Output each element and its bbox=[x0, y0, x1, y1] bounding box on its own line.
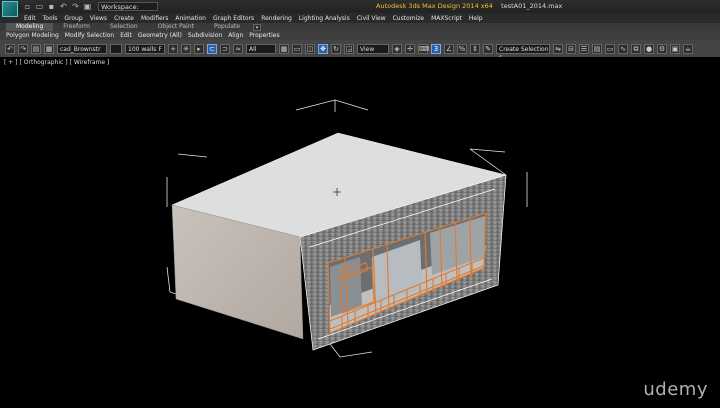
new-file-icon[interactable]: ▫ bbox=[23, 2, 32, 11]
ribbon-panels: Polygon Modeling Modify Selection Edit G… bbox=[0, 31, 720, 40]
menu-group[interactable]: Group bbox=[64, 15, 82, 22]
selection-filter-dropdown[interactable]: All bbox=[246, 43, 276, 54]
layer-explorer-icon[interactable]: ▤ bbox=[592, 43, 602, 54]
open-file-icon[interactable]: ▭ bbox=[35, 2, 44, 11]
layer-dropdown[interactable]: 100 walls F bbox=[125, 43, 165, 54]
snaps-toggle-icon[interactable]: 3 bbox=[431, 43, 441, 54]
angle-snap-icon[interactable]: ∠ bbox=[444, 43, 454, 54]
scene-explorer-icon[interactable]: ☰ bbox=[579, 43, 589, 54]
render-setup-icon[interactable]: ⚙ bbox=[657, 43, 667, 54]
viewport-shading-menu[interactable]: [ Wireframe ] bbox=[70, 59, 110, 66]
project-folder-icon[interactable]: ▣ bbox=[83, 2, 92, 11]
viewport-scene bbox=[166, 99, 528, 358]
undo-icon[interactable]: ↶ bbox=[59, 2, 68, 11]
create-selection-set-dropdown[interactable]: Create Selection S bbox=[496, 43, 550, 62]
tab-selection[interactable]: Selection bbox=[100, 23, 148, 31]
redo-icon[interactable]: ↷ bbox=[18, 43, 28, 54]
menu-maxscript[interactable]: MAXScript bbox=[431, 15, 462, 22]
menu-bar: Edit Tools Group Views Create Modifiers … bbox=[0, 13, 720, 23]
select-move-icon[interactable]: ✥ bbox=[318, 43, 328, 54]
tab-modeling[interactable]: Modeling bbox=[6, 23, 54, 31]
pivot-center-icon[interactable]: ◈ bbox=[392, 43, 402, 54]
panel-edit[interactable]: Edit bbox=[120, 32, 132, 39]
material-editor-icon[interactable]: ● bbox=[644, 43, 654, 54]
ribbon-options-icon[interactable]: ▾ bbox=[253, 23, 262, 31]
select-manipulate-icon[interactable]: ✛ bbox=[405, 43, 415, 54]
main-toolbar: ↶ ↷ ▤ ▦ cad_Brownstr 100 walls F + ✳ ▸ ⊂… bbox=[0, 40, 720, 62]
window-crossing-icon[interactable]: ◫ bbox=[305, 43, 315, 54]
menu-edit[interactable]: Edit bbox=[24, 15, 36, 22]
reference-coordinate-dropdown[interactable]: View bbox=[357, 43, 389, 54]
layer-icon[interactable]: ▤ bbox=[31, 43, 41, 54]
menu-rendering[interactable]: Rendering bbox=[261, 15, 292, 22]
viewport-pov-menu[interactable]: [ Orthographic ] bbox=[20, 59, 68, 66]
layer-value: 100 bbox=[128, 45, 140, 53]
edit-named-selection-icon[interactable]: ✎ bbox=[483, 43, 493, 54]
save-file-icon[interactable]: ▪ bbox=[47, 2, 56, 11]
spinner-snap-icon[interactable]: ⇕ bbox=[470, 43, 480, 54]
tab-object-paint[interactable]: Object Paint bbox=[148, 23, 204, 31]
rectangular-selection-icon[interactable]: ▭ bbox=[292, 43, 302, 54]
file-name: testA01_2014.max bbox=[501, 2, 563, 10]
select-object-icon[interactable]: ▸ bbox=[194, 43, 204, 54]
add-layer-icon[interactable]: + bbox=[168, 43, 178, 54]
ribbon-tabs: Modeling Freeform Selection Object Paint… bbox=[0, 23, 720, 31]
layer-color-swatch[interactable] bbox=[110, 43, 122, 54]
menu-create[interactable]: Create bbox=[114, 15, 134, 22]
render-icon[interactable]: ☕ bbox=[683, 43, 693, 54]
menu-civil-view[interactable]: Civil View bbox=[357, 15, 386, 22]
panel-subdivision[interactable]: Subdivision bbox=[188, 32, 222, 39]
align-icon[interactable]: ⊟ bbox=[566, 43, 576, 54]
app-name: Autodesk 3ds Max Design 2014 x64 bbox=[376, 2, 493, 10]
menu-customize[interactable]: Customize bbox=[393, 15, 425, 22]
menu-tools[interactable]: Tools bbox=[43, 15, 58, 22]
undo-icon[interactable]: ↶ bbox=[5, 43, 15, 54]
rendered-frame-icon[interactable]: ▣ bbox=[670, 43, 680, 54]
window-title: Autodesk 3ds Max Design 2014 x64 testA01… bbox=[376, 2, 562, 10]
layer-manager-icon[interactable]: ▦ bbox=[44, 43, 54, 54]
schematic-view-icon[interactable]: ⧉ bbox=[631, 43, 641, 54]
menu-lighting-analysis[interactable]: Lighting Analysis bbox=[299, 15, 350, 22]
workspace-dropdown[interactable]: Workspace: Default bbox=[98, 2, 158, 20]
redo-icon[interactable]: ↷ bbox=[71, 2, 80, 11]
percent-snap-icon[interactable]: % bbox=[457, 43, 467, 54]
freeze-icon[interactable]: ✳ bbox=[181, 43, 191, 54]
menu-graph-editors[interactable]: Graph Editors bbox=[213, 15, 254, 22]
select-by-name-icon[interactable]: ▦ bbox=[279, 43, 289, 54]
tab-populate[interactable]: Populate bbox=[204, 23, 250, 31]
menu-help[interactable]: Help bbox=[469, 15, 483, 22]
select-rotate-icon[interactable]: ↻ bbox=[331, 43, 341, 54]
ribbon-toggle-icon[interactable]: ▭ bbox=[605, 43, 615, 54]
app-menu-icon[interactable] bbox=[2, 1, 18, 17]
keyboard-shortcut-icon[interactable]: ⌨ bbox=[418, 43, 429, 54]
mirror-icon[interactable]: ⇋ bbox=[553, 43, 563, 54]
udemy-watermark: udemy bbox=[643, 379, 708, 400]
tab-freeform[interactable]: Freeform bbox=[53, 23, 100, 31]
panel-geometry-all[interactable]: Geometry (All) bbox=[138, 32, 182, 39]
panel-align[interactable]: Align bbox=[228, 32, 243, 39]
panel-properties[interactable]: Properties bbox=[249, 32, 279, 39]
layer-name: walls F bbox=[141, 45, 162, 53]
title-bar: ▫ ▭ ▪ ↶ ↷ ▣ Workspace: Default Autodesk … bbox=[0, 0, 720, 20]
select-scale-icon[interactable]: ◲ bbox=[344, 43, 354, 54]
curve-editor-icon[interactable]: ∿ bbox=[618, 43, 628, 54]
menu-views[interactable]: Views bbox=[90, 15, 107, 22]
viewport-plus-menu[interactable]: [ + ] bbox=[4, 59, 18, 66]
bind-space-warp-icon[interactable]: ≈ bbox=[233, 43, 243, 54]
viewport-label-bar: [ + ] [ Orthographic ] [ Wireframe ] bbox=[0, 57, 720, 67]
unlink-icon[interactable]: ⊃ bbox=[220, 43, 230, 54]
selection-set-dropdown[interactable]: cad_Brownstr bbox=[57, 43, 107, 54]
orthographic-viewport[interactable]: udemy bbox=[0, 67, 720, 404]
panel-modify-selection[interactable]: Modify Selection bbox=[65, 32, 114, 39]
menu-animation[interactable]: Animation bbox=[175, 15, 206, 22]
select-link-icon[interactable]: ⊂ bbox=[207, 43, 217, 54]
menu-modifiers[interactable]: Modifiers bbox=[141, 15, 168, 22]
panel-polygon-modeling[interactable]: Polygon Modeling bbox=[6, 32, 59, 39]
